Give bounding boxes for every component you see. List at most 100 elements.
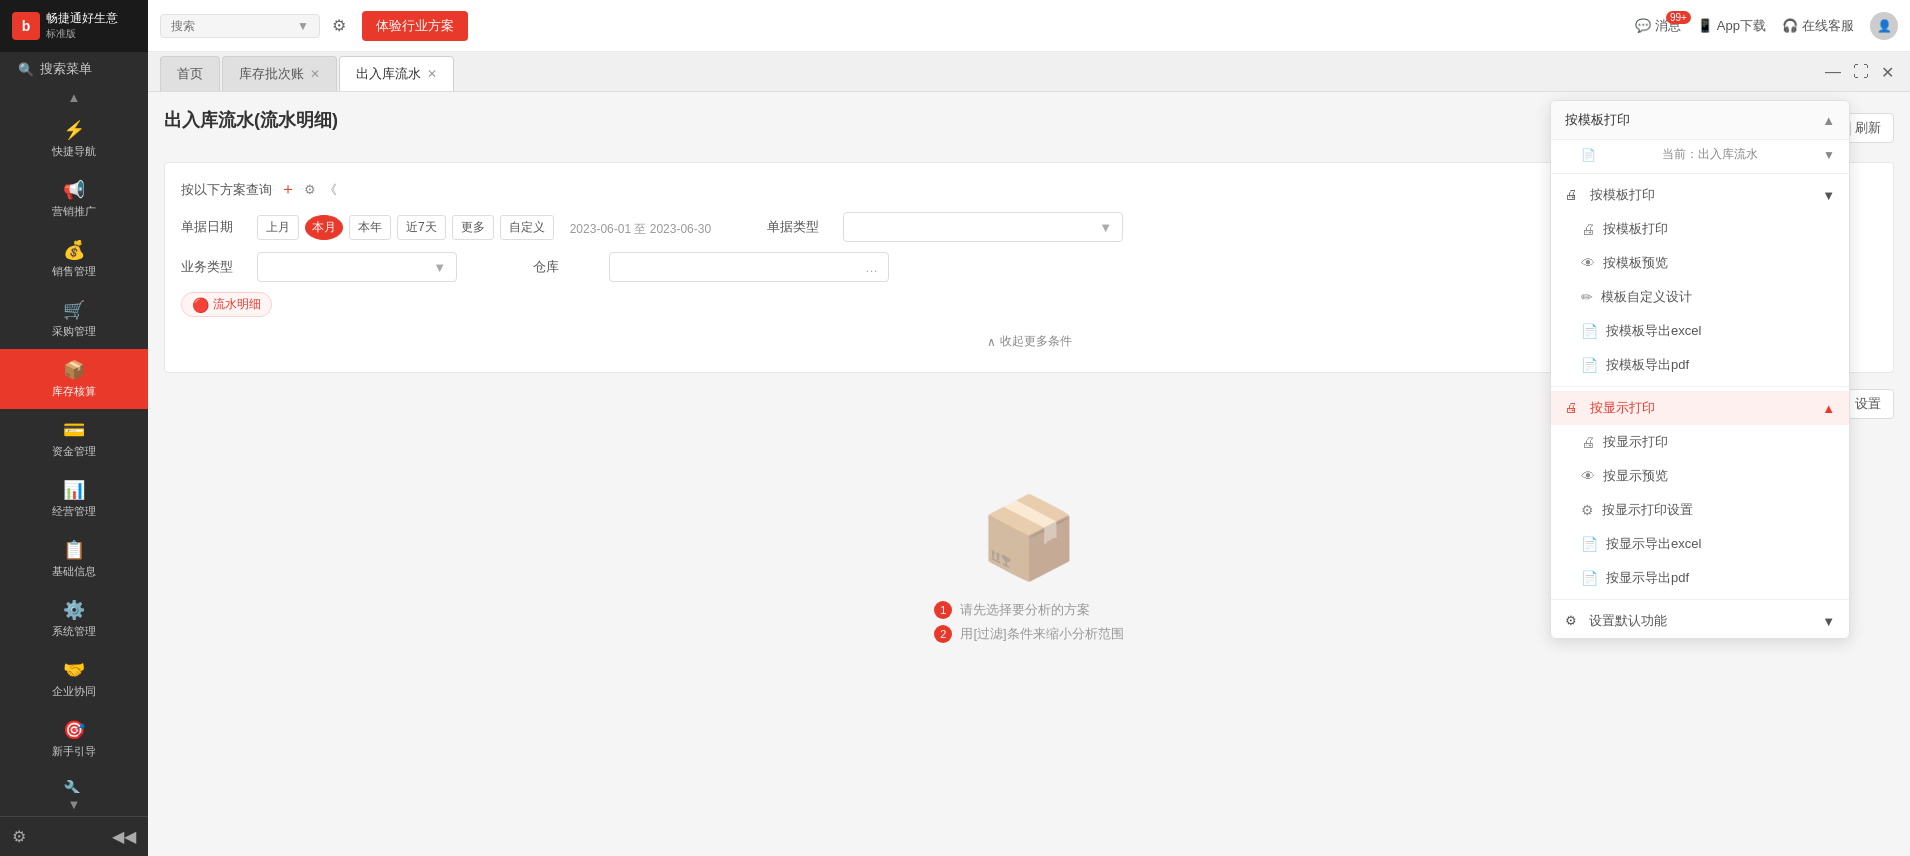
app-download-label: App下载 (1717, 17, 1766, 35)
dropdown-item-template-print[interactable]: 🖨 按模板打印 (1551, 212, 1849, 246)
sidebar-search[interactable]: 🔍 搜索菜单 (0, 52, 148, 86)
item-template-preview-label: 按模板预览 (1603, 254, 1668, 272)
filter-collapse-btn[interactable]: ∧ 收起更多条件 (987, 333, 1072, 350)
tab-batch-label: 库存批次账 (239, 65, 304, 83)
filter-tag-liushui[interactable]: 🔴 流水明细 (181, 292, 272, 317)
dropdown-current-label: 当前：出入库流水 (1662, 146, 1758, 163)
tab-batch[interactable]: 库存批次账 ✕ (222, 56, 337, 91)
dropdown-item-display-preview[interactable]: 👁 按显示预览 (1551, 459, 1849, 493)
date-more[interactable]: 更多 (452, 215, 494, 240)
display-section-header[interactable]: 🖨 按显示打印 ▲ (1551, 391, 1849, 425)
sidebar-item-operations[interactable]: 📊 经营管理 (0, 469, 148, 529)
dropdown-display-section: 🖨 按显示打印 ▲ 🖨 按显示打印 👁 按显示预览 ⚙ 按显示打印设置 📄 按显… (1551, 391, 1849, 600)
warehouse-select[interactable]: … (609, 252, 889, 282)
dropdown-item-display-print[interactable]: 🖨 按显示打印 (1551, 425, 1849, 459)
tab-flow[interactable]: 出入库流水 ✕ (339, 56, 454, 91)
dropdown-current-icon: 📄 (1581, 148, 1596, 162)
sidebar-item-finance[interactable]: 💳 资金管理 (0, 409, 148, 469)
dropdown-current-chevron[interactable]: ▼ (1823, 148, 1835, 162)
dropdown-item-template-pdf[interactable]: 📄 按模板导出pdf (1551, 348, 1849, 382)
sidebar-item-cooperation[interactable]: 🤝 企业协同 (0, 649, 148, 709)
avatar-icon: 👤 (1877, 19, 1892, 33)
nav-item-label: 基础信息 (52, 564, 96, 579)
dropdown-item-display-pdf[interactable]: 📄 按显示导出pdf (1551, 561, 1849, 595)
guide-icon: 🎯 (63, 719, 85, 741)
filter-settings-btn[interactable]: ⚙ (304, 182, 316, 197)
sidebar-item-quick-nav[interactable]: ⚡ 快捷导航 (0, 109, 148, 169)
finance-icon: 💳 (63, 419, 85, 441)
sidebar-item-purchase[interactable]: 🛒 采购管理 (0, 289, 148, 349)
tab-home[interactable]: 首页 (160, 56, 220, 91)
topbar-messages[interactable]: 💬 消息 99+ (1635, 17, 1681, 35)
template-section-icon: 🖨 (1565, 187, 1578, 202)
sidebar-item-inventory[interactable]: 📦 库存核算 (0, 349, 148, 409)
item-template-custom-icon: ✏ (1581, 289, 1593, 305)
topbar-gear-icon[interactable]: ⚙ (332, 16, 346, 35)
nav-item-label: 经营管理 (52, 504, 96, 519)
user-avatar[interactable]: 👤 (1870, 12, 1898, 40)
sidebar-item-system[interactable]: ⚙️ 系统管理 (0, 589, 148, 649)
item-template-preview-icon: 👁 (1581, 255, 1595, 271)
empty-step-2: 2 用[过滤]条件来缩小分析范围 (934, 625, 1123, 643)
dropdown-item-template-preview[interactable]: 👁 按模板预览 (1551, 246, 1849, 280)
item-template-pdf-label: 按模板导出pdf (1606, 356, 1689, 374)
date-last-7[interactable]: 近7天 (397, 215, 446, 240)
quick-nav-icon: ⚡ (63, 119, 85, 141)
topbar-search-input[interactable] (171, 19, 293, 33)
industry-btn[interactable]: 体验行业方案 (362, 11, 468, 41)
default-func-section-header[interactable]: ⚙ 设置默认功能 ▼ (1551, 604, 1849, 638)
dropdown-chevron-up[interactable]: ▲ (1822, 113, 1835, 128)
nav-item-label: 快捷导航 (52, 144, 96, 159)
dropdown-current: 📄 当前：出入库流水 ▼ (1551, 140, 1849, 169)
topbar-app-download[interactable]: 📱 App下载 (1697, 17, 1766, 35)
sidebar-item-basic-info[interactable]: 📋 基础信息 (0, 529, 148, 589)
dropdown-template-section: 🖨 按模板打印 ▼ 🖨 按模板打印 👁 按模板预览 ✏ 模板自定义设计 📄 按模… (1551, 178, 1849, 387)
refresh-label: 刷新 (1855, 119, 1881, 137)
date-this-year[interactable]: 本年 (349, 215, 391, 240)
messages-badge: 99+ (1666, 11, 1691, 24)
date-custom[interactable]: 自定义 (500, 215, 554, 240)
sidebar-item-app-center[interactable]: 🔧 应用中心 (0, 769, 148, 793)
date-this-month[interactable]: 本月 (305, 215, 343, 240)
sidebar-item-guide[interactable]: 🎯 新手引导 (0, 709, 148, 769)
sidebar-scroll-down[interactable]: ▼ (0, 793, 148, 816)
nav-item-label: 营销推广 (52, 204, 96, 219)
tabbar-minimize-btn[interactable]: — (1821, 58, 1845, 85)
sidebar-settings-icon[interactable]: ⚙ (12, 827, 26, 846)
sidebar-item-marketing[interactable]: 📢 营销推广 (0, 169, 148, 229)
date-prev-month[interactable]: 上月 (257, 215, 299, 240)
nav-item-label: 新手引导 (52, 744, 96, 759)
dropdown-item-template-excel[interactable]: 📄 按模板导出excel (1551, 314, 1849, 348)
doc-type-select[interactable]: ▼ (843, 212, 1123, 242)
tag-icon: 🔴 (192, 297, 209, 313)
tab-flow-close[interactable]: ✕ (427, 67, 437, 81)
marketing-icon: 📢 (63, 179, 85, 201)
item-display-settings-label: 按显示打印设置 (1602, 501, 1693, 519)
item-display-print-label: 按显示打印 (1603, 433, 1668, 451)
sidebar: b 畅捷通好生意 标准版 🔍 搜索菜单 ▲ ⚡ 快捷导航 📢 营销推广 💰 销售… (0, 0, 148, 856)
filter-add-btn[interactable]: ＋ (280, 179, 296, 200)
filter-collapse-left-btn[interactable]: 《 (324, 181, 337, 199)
default-func-section-icon: ⚙ (1565, 613, 1577, 628)
item-display-preview-label: 按显示预览 (1603, 467, 1668, 485)
tabbar-expand-btn[interactable]: ⛶ (1849, 58, 1873, 85)
filter-date-label: 单据日期 (181, 218, 241, 236)
tab-batch-close[interactable]: ✕ (310, 67, 320, 81)
tabbar-close-btn[interactable]: ✕ (1877, 58, 1898, 85)
dropdown-item-display-excel[interactable]: 📄 按显示导出excel (1551, 527, 1849, 561)
tag-label: 流水明细 (213, 296, 261, 313)
dropdown-item-display-settings[interactable]: ⚙ 按显示打印设置 (1551, 493, 1849, 527)
topbar-online-service[interactable]: 🎧 在线客服 (1782, 17, 1854, 35)
dropdown-item-template-custom[interactable]: ✏ 模板自定义设计 (1551, 280, 1849, 314)
item-display-preview-icon: 👁 (1581, 468, 1595, 484)
topbar-search-box[interactable]: ▼ (160, 14, 320, 38)
sidebar-item-sales[interactable]: 💰 销售管理 (0, 229, 148, 289)
sidebar-scroll-up[interactable]: ▲ (0, 86, 148, 109)
template-section-label: 按模板打印 (1590, 187, 1655, 202)
template-section-header[interactable]: 🖨 按模板打印 ▼ (1551, 178, 1849, 212)
sidebar-collapse-icon[interactable]: ◀◀ (112, 827, 136, 846)
display-section-chevron: ▲ (1822, 401, 1835, 416)
topbar-search-chevron[interactable]: ▼ (297, 19, 309, 33)
biz-type-select[interactable]: ▼ (257, 252, 457, 282)
app-name: 畅捷通好生意 (46, 11, 118, 27)
